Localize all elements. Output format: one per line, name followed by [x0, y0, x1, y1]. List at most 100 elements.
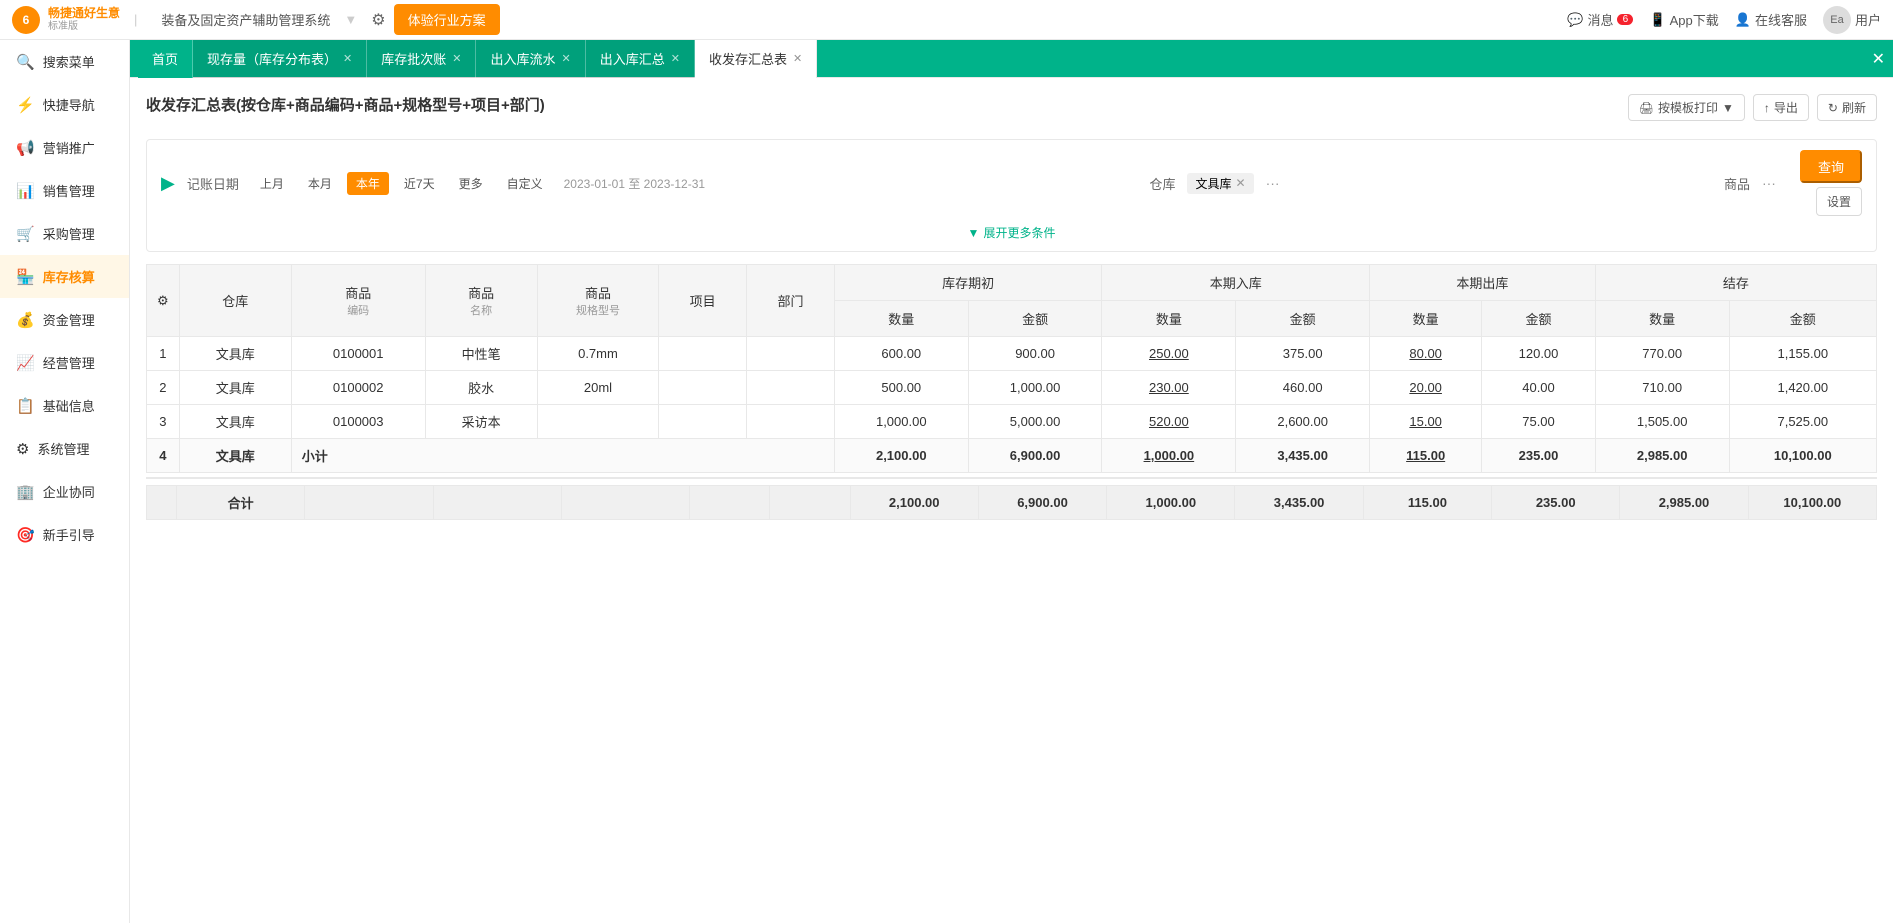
table-row: 3 文具库 0100003 采访本 1,000.00 5,000.00 520.… — [147, 405, 1877, 439]
table-row: 2 文具库 0100002 胶水 20ml 500.00 1,000.00 23… — [147, 371, 1877, 405]
product-label: 商品 — [1724, 174, 1750, 193]
tab-recv-send-summary-close[interactable]: ✕ — [793, 52, 802, 65]
message-label: 消息 — [1587, 10, 1613, 29]
query-btn[interactable]: 查询 — [1800, 150, 1862, 183]
row1-in-qty[interactable]: 250.00 — [1102, 337, 1236, 371]
row1-out-amt: 120.00 — [1482, 337, 1596, 371]
sidebar-label-system: 系统管理 — [37, 439, 89, 458]
table-row: 1 文具库 0100001 中性笔 0.7mm 600.00 900.00 25… — [147, 337, 1877, 371]
sidebar-item-inventory[interactable]: 🏪 库存核算 — [0, 255, 129, 298]
sidebar-item-guide[interactable]: 🎯 新手引导 — [0, 513, 129, 556]
sidebar-item-marketing[interactable]: 📢 营销推广 — [0, 126, 129, 169]
sidebar-item-search[interactable]: 🔍 搜索菜单 — [0, 40, 129, 83]
row3-opening-amt: 5,000.00 — [968, 405, 1102, 439]
row2-project — [659, 371, 747, 405]
row2-out-qty[interactable]: 20.00 — [1370, 371, 1482, 405]
row3-in-amt: 2,600.00 — [1236, 405, 1370, 439]
top-settings-icon[interactable]: ⚙ — [371, 10, 385, 30]
purchase-icon: 🛒 — [16, 225, 35, 243]
sidebar-item-sales[interactable]: 📊 销售管理 — [0, 169, 129, 212]
subtotal-out-qty[interactable]: 115.00 — [1370, 439, 1482, 473]
expand-icon: ▼ — [968, 226, 980, 240]
date-btn-7days[interactable]: 近7天 — [395, 172, 444, 195]
tab-in-out-summary[interactable]: 出入库汇总 ✕ — [586, 40, 695, 78]
message-badge: 6 — [1617, 14, 1633, 25]
total-in-qty: 1,000.00 — [1107, 486, 1235, 520]
date-btn-this-month[interactable]: 本月 — [299, 172, 341, 195]
row3-in-qty[interactable]: 520.00 — [1102, 405, 1236, 439]
sidebar-item-baseinfo[interactable]: 📋 基础信息 — [0, 384, 129, 427]
system-icon: ⚙ — [16, 440, 29, 458]
tab-bar-close-btn[interactable]: ✕ — [1872, 49, 1885, 69]
date-btn-custom[interactable]: 自定义 — [498, 172, 552, 195]
sidebar-item-system[interactable]: ⚙ 系统管理 — [0, 427, 129, 470]
export-icon: ↑ — [1764, 101, 1770, 115]
date-btn-this-year[interactable]: 本年 — [347, 172, 389, 195]
phone-icon: 📱 — [1649, 12, 1665, 28]
brand-line1: 畅捷通好生意 — [48, 6, 120, 20]
tab-bar: 首页 现存量（库存分布表） ✕ 库存批次账 ✕ 出入库流水 ✕ 出入库汇总 ✕ — [130, 40, 1893, 78]
app-download-btn[interactable]: 📱 App下载 — [1649, 10, 1718, 29]
tab-inventory-dist[interactable]: 现存量（库存分布表） ✕ — [193, 40, 367, 78]
refresh-label: 刷新 — [1842, 99, 1866, 116]
try-btn[interactable]: 体验行业方案 — [394, 4, 500, 35]
sidebar-item-finance[interactable]: 💰 资金管理 — [0, 298, 129, 341]
row1-out-qty[interactable]: 80.00 — [1370, 337, 1482, 371]
settings-small-btn[interactable]: 设置 — [1816, 187, 1862, 216]
row2-name: 胶水 — [425, 371, 537, 405]
print-btn[interactable]: 🖨 按模板打印 ▼ — [1628, 94, 1745, 121]
export-btn[interactable]: ↑ 导出 — [1753, 94, 1809, 121]
th-product-spec: 商品规格型号 — [537, 265, 658, 337]
row2-closing-qty: 710.00 — [1595, 371, 1729, 405]
subtotal-in-qty[interactable]: 1,000.00 — [1102, 439, 1236, 473]
system-name: 装备及固定资产辅助管理系统 — [161, 10, 330, 29]
expand-btn[interactable]: ▼ 展开更多条件 — [968, 224, 1056, 241]
row2-in-qty[interactable]: 230.00 — [1102, 371, 1236, 405]
user-btn[interactable]: Ea 用户 — [1823, 6, 1881, 34]
subtotal-opening-amt: 6,900.00 — [968, 439, 1102, 473]
tab-home[interactable]: 首页 — [138, 40, 193, 78]
message-btn[interactable]: 💬 消息 6 — [1567, 10, 1633, 29]
tab-batch-account[interactable]: 库存批次账 ✕ — [367, 40, 476, 78]
row3-out-qty[interactable]: 15.00 — [1370, 405, 1482, 439]
search-icon: 🔍 — [16, 53, 35, 71]
row1-dept — [747, 337, 835, 371]
total-out-amt: 235.00 — [1492, 486, 1620, 520]
table-container: ⚙ 仓库 商品编码 商品名称 商品规格型号 项目 部门 库存期初 本期入库 本期… — [146, 264, 1877, 473]
expand-row: ▼ 展开更多条件 — [161, 224, 1862, 241]
filter-arrow[interactable]: ▶ — [161, 173, 175, 194]
row2-opening-qty: 500.00 — [834, 371, 968, 405]
product-more[interactable]: ··· — [1762, 175, 1776, 191]
print-dropdown-icon: ▼ — [1722, 101, 1734, 115]
tab-inventory-dist-close[interactable]: ✕ — [343, 52, 352, 65]
tab-in-out-flow[interactable]: 出入库流水 ✕ — [476, 40, 585, 78]
row3-opening-qty: 1,000.00 — [834, 405, 968, 439]
row3-closing-qty: 1,505.00 — [1595, 405, 1729, 439]
tab-batch-account-close[interactable]: ✕ — [452, 52, 461, 65]
warehouse-more[interactable]: ··· — [1266, 175, 1280, 191]
total-closing-amt: 10,100.00 — [1748, 486, 1876, 520]
sidebar-item-enterprise[interactable]: 🏢 企业协同 — [0, 470, 129, 513]
sidebar-item-quicknav[interactable]: ⚡ 快捷导航 — [0, 83, 129, 126]
tab-recv-send-summary[interactable]: 收发存汇总表 ✕ — [695, 40, 817, 78]
sidebar-item-purchase[interactable]: 🛒 采购管理 — [0, 212, 129, 255]
online-support-btn[interactable]: 👤 在线客服 — [1735, 10, 1807, 29]
th-out: 本期出库 — [1370, 265, 1596, 301]
top-bar: 6 畅捷通好生意 标准版 | 装备及固定资产辅助管理系统 ▼ ⚙ 体验行业方案 … — [0, 0, 1893, 40]
row3-out-amt: 75.00 — [1482, 405, 1596, 439]
th-gear[interactable]: ⚙ — [147, 265, 180, 337]
warehouse-tag-close[interactable]: ✕ — [1236, 176, 1246, 190]
print-label: 按模板打印 — [1658, 99, 1718, 116]
page-content: 收发存汇总表(按仓库+商品编码+商品+规格型号+项目+部门) 🖨 按模板打印 ▼… — [130, 78, 1893, 923]
th-opening: 库存期初 — [834, 265, 1102, 301]
date-btn-more[interactable]: 更多 — [450, 172, 492, 195]
header-actions: 🖨 按模板打印 ▼ ↑ 导出 ↻ 刷新 — [1628, 94, 1877, 121]
date-btn-last-month[interactable]: 上月 — [251, 172, 293, 195]
subtotal-closing-amt: 10,100.00 — [1729, 439, 1876, 473]
tab-in-out-summary-close[interactable]: ✕ — [671, 52, 680, 65]
sidebar-label-finance: 资金管理 — [43, 310, 95, 329]
row1-spec: 0.7mm — [537, 337, 658, 371]
sidebar-item-operations[interactable]: 📈 经营管理 — [0, 341, 129, 384]
refresh-btn[interactable]: ↻ 刷新 — [1817, 94, 1877, 121]
tab-in-out-flow-close[interactable]: ✕ — [562, 52, 571, 65]
